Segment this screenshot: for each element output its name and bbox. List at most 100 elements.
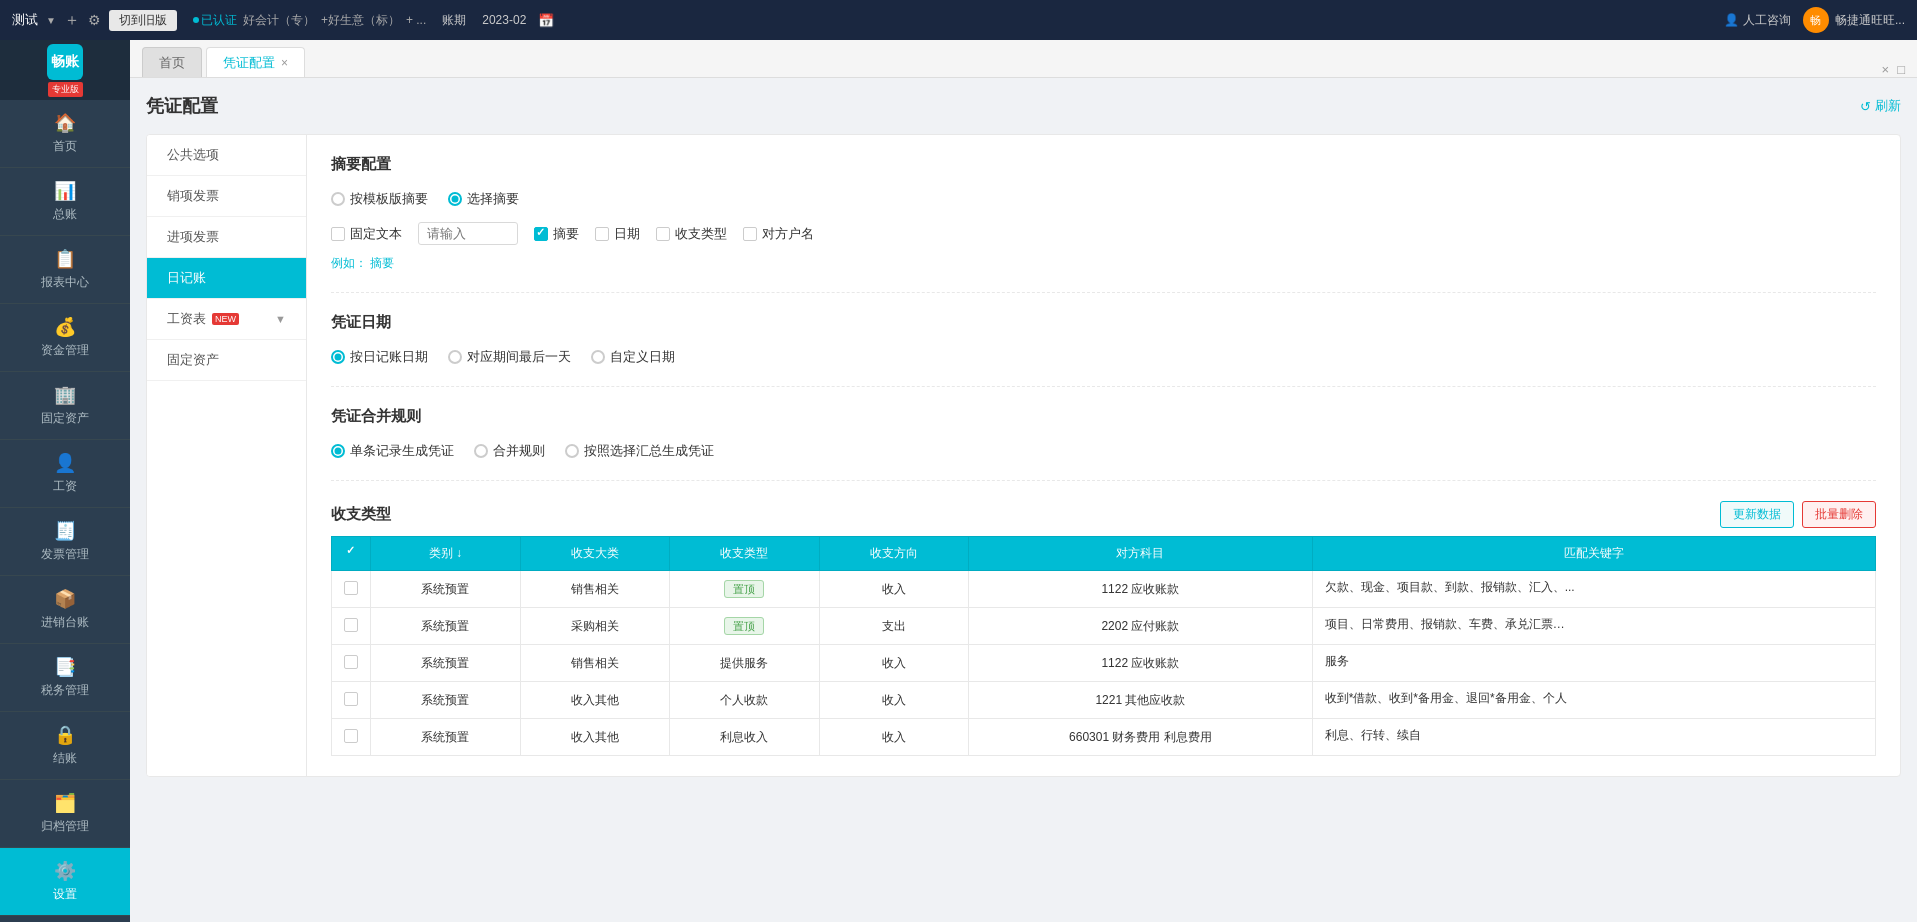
left-nav-fixed-assets[interactable]: 固定资产	[147, 340, 306, 381]
table-row: 系统预置采购相关置顶支出2202 应付账款项目、日常费用、报销款、车费、承兑汇票…	[332, 608, 1876, 645]
sidebar-item-payroll[interactable]: 👤 工资	[0, 440, 130, 508]
row-checkbox-1[interactable]	[344, 618, 358, 632]
row-checkbox-0[interactable]	[344, 581, 358, 595]
update-data-button[interactable]: 更新数据	[1720, 501, 1794, 528]
row-keywords: 欠款、现金、项目款、到款、报销款、汇入、...	[1312, 571, 1875, 608]
table-row: 系统预置收入其他个人收款收入1221 其他应收款收到*借款、收到*备用金、退回*…	[332, 682, 1876, 719]
left-nav-public[interactable]: 公共选项	[147, 135, 306, 176]
tab-voucher-config-label: 凭证配置	[223, 54, 275, 72]
sidebar-item-funds[interactable]: 💰 资金管理	[0, 304, 130, 372]
row-sub-type: 提供服务	[670, 645, 820, 682]
summary-radio-circle-select	[448, 192, 462, 206]
row-main-type: 销售相关	[520, 571, 670, 608]
sidebar-label-assets: 固定资产	[41, 410, 89, 427]
tab-home[interactable]: 首页	[142, 47, 202, 77]
topbar-settings-icon[interactable]: ⚙	[88, 12, 101, 28]
home-icon: 🏠	[54, 112, 76, 134]
new-badge-payroll: NEW	[212, 313, 239, 325]
checkbox-box-fixed-text	[331, 227, 345, 241]
row-sub-type: 置顶	[670, 608, 820, 645]
left-nav: 公共选项 销项发票 进项发票 日记账 工资表 NEW ▼	[147, 135, 307, 776]
sidebar-item-home[interactable]: 🏠 首页	[0, 100, 130, 168]
sidebar-item-reports[interactable]: 📋 报表中心	[0, 236, 130, 304]
sidebar-label-home: 首页	[53, 138, 77, 155]
row-category: 系统预置	[371, 682, 521, 719]
checkbox-box-counterparty	[743, 227, 757, 241]
topbar-arrow[interactable]: ▼	[46, 15, 56, 26]
switch-version-button[interactable]: 切到旧版	[109, 10, 177, 31]
row-main-type: 收入其他	[520, 719, 670, 756]
th-keywords: 匹配关键字	[1312, 537, 1875, 571]
batch-delete-button[interactable]: 批量删除	[1802, 501, 1876, 528]
row-checkbox-3[interactable]	[344, 692, 358, 706]
left-nav-sales-invoice[interactable]: 销项发票	[147, 176, 306, 217]
sidebar-item-close[interactable]: 🔒 结账	[0, 712, 130, 780]
refresh-button[interactable]: ↺ 刷新	[1860, 97, 1901, 115]
tab-voucher-config[interactable]: 凭证配置 ×	[206, 47, 305, 77]
merge-radio-single[interactable]: 单条记录生成凭证	[331, 442, 454, 460]
summary-radio-template[interactable]: 按模板版摘要	[331, 190, 428, 208]
sidebar-item-tax[interactable]: 📑 税务管理	[0, 644, 130, 712]
voucher-date-radio-period-last[interactable]: 对应期间最后一天	[448, 348, 571, 366]
merge-rules-title: 凭证合并规则	[331, 407, 1876, 426]
checkbox-date[interactable]: 日期	[595, 225, 640, 243]
table-row: 系统预置收入其他利息收入收入660301 财务费用 利息费用利息、行转、续自	[332, 719, 1876, 756]
checkbox-box-summary	[534, 227, 548, 241]
row-direction: 收入	[819, 645, 969, 682]
sidebar-item-guide[interactable]: 📖 新手引导	[0, 916, 130, 922]
sidebar-item-assets[interactable]: 🏢 固定资产	[0, 372, 130, 440]
row-sub-type-tag[interactable]: 置顶	[724, 580, 764, 598]
merge-radio-aggregate[interactable]: 按照选择汇总生成凭证	[565, 442, 714, 460]
row-category: 系统预置	[371, 719, 521, 756]
logo-badge: 专业版	[48, 82, 83, 97]
row-checkbox-cell	[332, 645, 371, 682]
left-nav-purchase-invoice[interactable]: 进项发票	[147, 217, 306, 258]
sidebar-item-settings[interactable]: ⚙️ 设置	[0, 848, 130, 916]
checkbox-box-date	[595, 227, 609, 241]
ledger-icon: 📊	[54, 180, 76, 202]
th-checkbox-box[interactable]	[344, 545, 358, 559]
th-category: 类别 ↓	[371, 537, 521, 571]
row-category: 系统预置	[371, 571, 521, 608]
sidebar-item-archive[interactable]: 🗂️ 归档管理	[0, 780, 130, 848]
user-avatar: 畅	[1803, 7, 1829, 33]
topbar-company: 测试	[12, 11, 38, 29]
row-sub-type: 置顶	[670, 571, 820, 608]
cert-dot	[193, 17, 199, 23]
row-checkbox-2[interactable]	[344, 655, 358, 669]
voucher-date-radio-circle-period-last	[448, 350, 462, 364]
sidebar-item-inventory[interactable]: 📦 进销台账	[0, 576, 130, 644]
period-calendar-icon[interactable]: 📅	[538, 13, 554, 28]
summary-radio-circle-template	[331, 192, 345, 206]
sidebar-item-invoices[interactable]: 🧾 发票管理	[0, 508, 130, 576]
tab-close-icon[interactable]: ×	[281, 56, 288, 70]
row-account: 660301 财务费用 利息费用	[969, 719, 1313, 756]
window-minimize-icon[interactable]: ×	[1882, 62, 1890, 77]
tab-bar: 首页 凭证配置 × × □	[130, 40, 1917, 78]
window-maximize-icon[interactable]: □	[1897, 62, 1905, 77]
checkbox-summary[interactable]: 摘要	[534, 225, 579, 243]
row-account: 1122 应收账款	[969, 645, 1313, 682]
left-nav-diary[interactable]: 日记账	[147, 258, 306, 299]
row-sub-type-tag[interactable]: 置顶	[724, 617, 764, 635]
summary-radio-select[interactable]: 选择摘要	[448, 190, 519, 208]
merge-radio-merge[interactable]: 合并规则	[474, 442, 545, 460]
checkbox-income-type[interactable]: 收支类型	[656, 225, 727, 243]
fixed-text-input[interactable]	[418, 222, 518, 245]
voucher-date-radio-diary[interactable]: 按日记账日期	[331, 348, 428, 366]
left-nav-payroll[interactable]: 工资表 NEW ▼	[147, 299, 306, 340]
row-checkbox-4[interactable]	[344, 729, 358, 743]
service-icon: 👤	[1724, 13, 1739, 27]
voucher-date-section: 凭证日期 按日记账日期 对应期间最后一天	[331, 313, 1876, 366]
service-button[interactable]: 👤 人工咨询	[1724, 12, 1791, 29]
merge-rules-section: 凭证合并规则 单条记录生成凭证 合并规则	[331, 407, 1876, 460]
user-menu[interactable]: 畅 畅捷通旺旺...	[1803, 7, 1905, 33]
right-pane: 摘要配置 按模板版摘要 选择摘要	[307, 135, 1900, 776]
sidebar-item-ledger[interactable]: 📊 总账	[0, 168, 130, 236]
voucher-date-radio-custom[interactable]: 自定义日期	[591, 348, 675, 366]
checkbox-fixed-text[interactable]: 固定文本	[331, 225, 402, 243]
period-label: 账期	[442, 12, 466, 29]
merge-radio-circle-aggregate	[565, 444, 579, 458]
topbar-add[interactable]: ＋	[64, 10, 80, 31]
checkbox-counterparty[interactable]: 对方户名	[743, 225, 814, 243]
